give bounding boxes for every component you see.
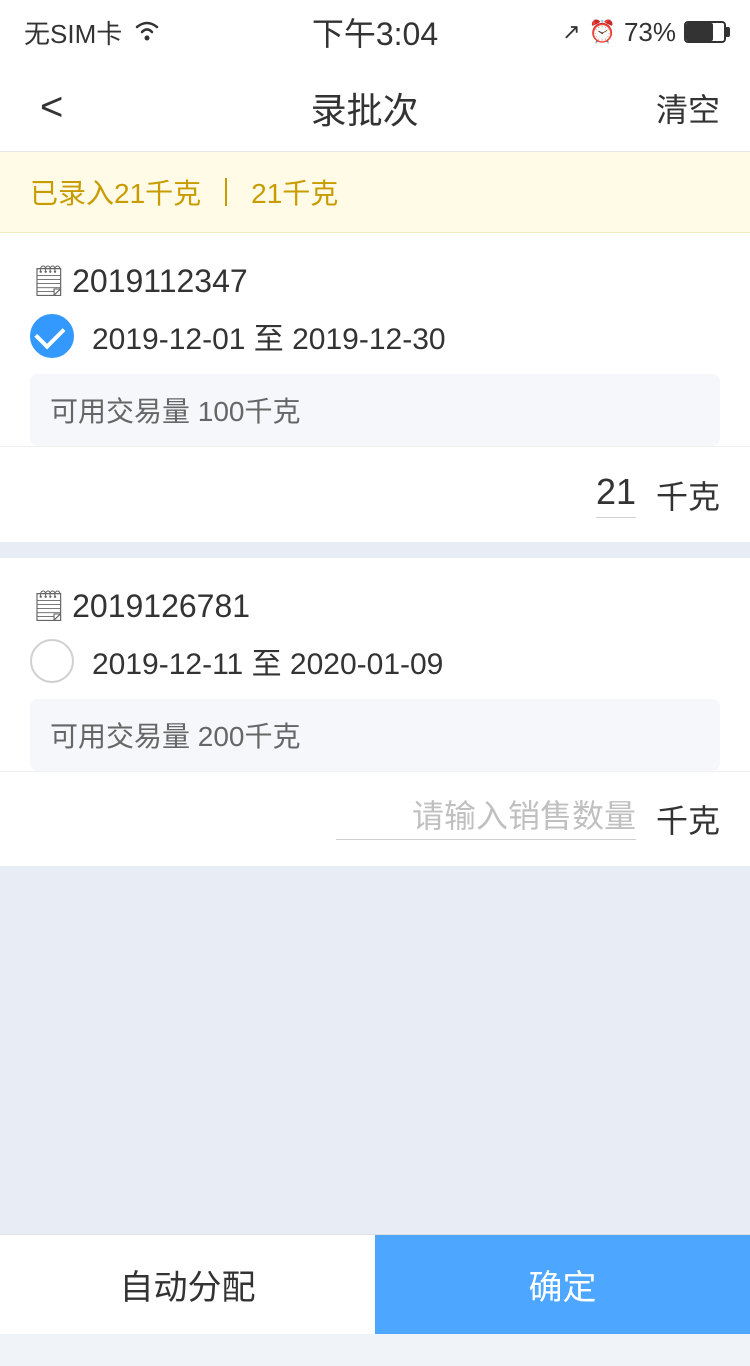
recorded-label: 已录入21千克: [30, 172, 201, 212]
doc-icon-1: 🗒: [30, 264, 68, 299]
location-icon: ↗: [562, 19, 580, 45]
radio-1[interactable]: [30, 314, 74, 358]
wifi-icon: [132, 17, 162, 48]
summary-divider: [225, 178, 227, 206]
status-right: ↗ ⏰ 73%: [562, 17, 726, 48]
carrier-text: 无SIM卡: [24, 14, 122, 51]
status-time: 下午3:04: [312, 9, 438, 55]
status-left: 无SIM卡: [24, 14, 162, 51]
qty-unit-1: 千克: [656, 472, 720, 518]
batch-date-row-1[interactable]: 2019-12-01 至 2019-12-30: [30, 314, 720, 358]
clear-button[interactable]: 清空: [656, 85, 720, 131]
qty-row-1: 21 千克: [0, 446, 750, 542]
total-label: 21千克: [251, 172, 338, 212]
batch-card-2: 🗒 2019126781 2019-12-11 至 2020-01-09 可用交…: [0, 558, 750, 771]
avail-box-2: 可用交易量 200千克: [30, 699, 720, 771]
radio-2[interactable]: [30, 639, 74, 683]
input-unit-2: 千克: [656, 796, 720, 842]
avail-box-1: 可用交易量 100千克: [30, 374, 720, 446]
batch-date-1: 2019-12-01 至 2019-12-30: [92, 314, 446, 358]
confirm-button[interactable]: 确定: [375, 1235, 750, 1334]
batch-id-1: 2019112347: [72, 263, 248, 300]
bottom-bar: 自动分配 确定: [0, 1234, 750, 1334]
input-row-2: 千克: [0, 771, 750, 866]
battery-text: 73%: [624, 17, 676, 48]
doc-icon-2: 🗒: [30, 589, 68, 624]
batch-date-row-2[interactable]: 2019-12-11 至 2020-01-09: [30, 639, 720, 683]
nav-bar: < 录批次 清空: [0, 64, 750, 152]
page-title: 录批次: [311, 82, 419, 134]
qty-value-1: 21: [596, 471, 636, 518]
auto-distribute-button[interactable]: 自动分配: [0, 1235, 375, 1334]
alarm-icon: ⏰: [589, 19, 616, 45]
batch-header-1: 🗒 2019112347: [30, 263, 720, 300]
qty-input-2[interactable]: [336, 798, 636, 840]
section-separator: [0, 542, 750, 558]
batch-card-1: 🗒 2019112347 2019-12-01 至 2019-12-30 可用交…: [0, 233, 750, 446]
batch-header-2: 🗒 2019126781: [30, 588, 720, 625]
back-button[interactable]: <: [30, 75, 73, 140]
empty-area: [0, 866, 750, 1266]
summary-banner: 已录入21千克 21千克: [0, 152, 750, 233]
batch-id-2: 2019126781: [72, 588, 250, 625]
batch-date-2: 2019-12-11 至 2020-01-09: [92, 639, 443, 683]
battery-icon: [684, 21, 726, 43]
status-bar: 无SIM卡 下午3:04 ↗ ⏰ 73%: [0, 0, 750, 64]
